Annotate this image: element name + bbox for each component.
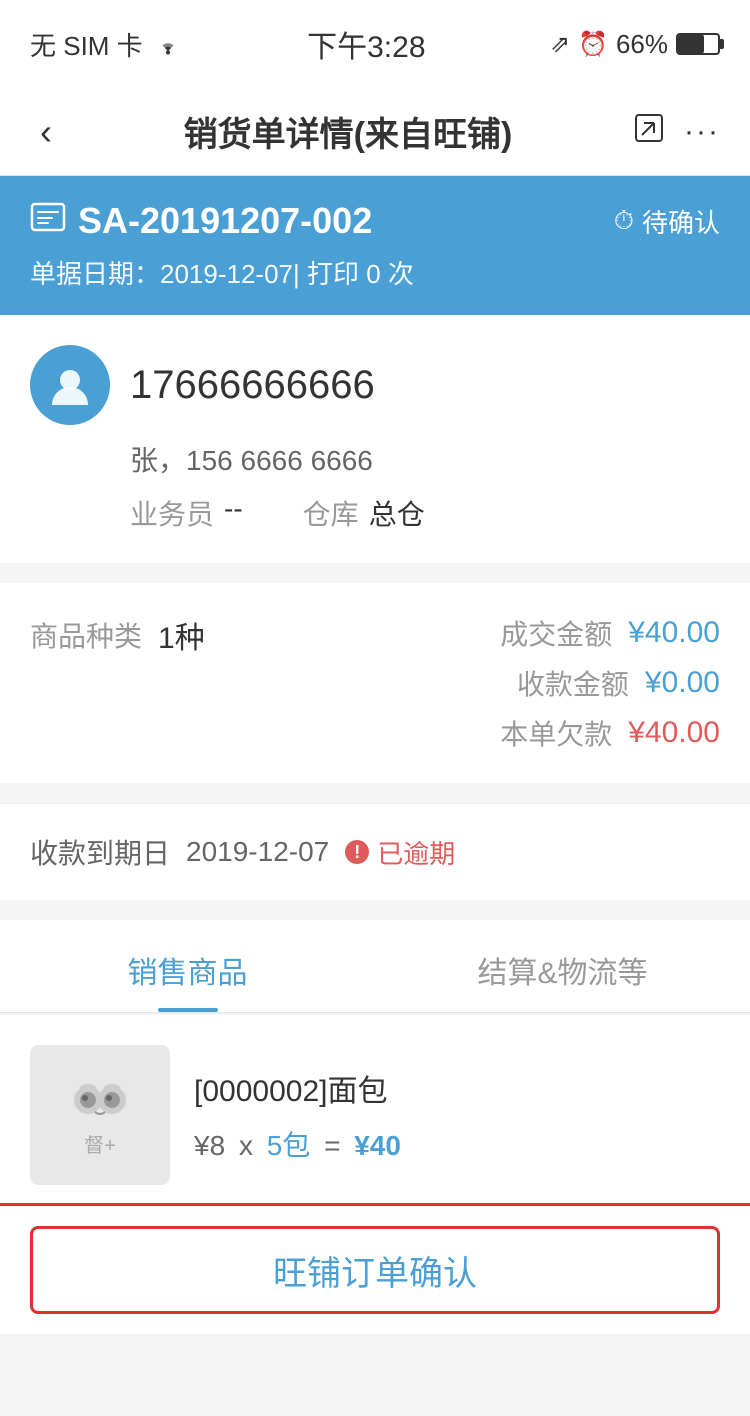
overdue-badge: ! 已逾期 xyxy=(345,834,455,871)
back-button[interactable]: ‹ xyxy=(30,101,62,163)
summary-section: 商品种类 1种 成交金额 ¥40.00 收款金额 ¥0.00 本单欠款 ¥40.… xyxy=(0,583,750,783)
order-date: 单据日期：2019-12-07| 打印 0 次 xyxy=(30,254,720,291)
amount-value: ¥40.00 xyxy=(628,616,720,650)
order-status: ⏱ 待确认 xyxy=(614,203,720,240)
order-icon xyxy=(30,202,66,240)
owed-value: ¥40.00 xyxy=(628,716,720,750)
customer-name-phone: 张，156 6666 6666 xyxy=(30,439,720,479)
multiply-sign: x xyxy=(239,1130,253,1161)
tabs-bar: 销售商品 结算&物流等 xyxy=(0,920,750,1013)
due-section: 收款到期日 2019-12-07 ! 已逾期 xyxy=(0,803,750,900)
received-value: ¥0.00 xyxy=(645,666,720,700)
avatar xyxy=(30,345,110,425)
print-info: | 打印 0 次 xyxy=(293,259,414,289)
owed-label: 本单欠款 xyxy=(500,713,612,753)
owed-row: 本单欠款 ¥40.00 xyxy=(500,713,720,753)
product-thumbnail: 督+ xyxy=(30,1045,170,1185)
summary-left: 商品种类 1种 xyxy=(30,613,205,657)
bottom-bar: 旺铺订单确认 xyxy=(0,1203,750,1334)
product-type-label: 商品种类 xyxy=(30,615,142,655)
battery-icon xyxy=(676,33,720,55)
tab-settlement-logistics[interactable]: 结算&物流等 xyxy=(375,920,750,1012)
product-type-value: 1种 xyxy=(158,613,205,657)
customer-section: 17666666666 张，156 6666 6666 业务员 -- 仓库 总仓 xyxy=(0,315,750,563)
more-button[interactable]: ··· xyxy=(684,115,720,149)
logo-text: 督+ xyxy=(84,1129,116,1158)
order-number: SA-20191207-002 xyxy=(78,200,372,242)
amount-row: 成交金额 ¥40.00 xyxy=(500,613,720,653)
status-text: 待确认 xyxy=(642,203,720,240)
product-info: [0000002]面包 ¥8 x 5包 = ¥40 xyxy=(194,1066,720,1164)
warehouse-value: 总仓 xyxy=(369,493,425,533)
order-header: SA-20191207-002 ⏱ 待确认 单据日期：2019-12-07| 打… xyxy=(0,176,750,315)
salesperson-label: 业务员 xyxy=(130,493,214,533)
customer-meta: 业务员 -- 仓库 总仓 xyxy=(30,493,720,533)
status-bar: 无 SIM 卡 下午3:28 ⇗ ⏰ 66% xyxy=(0,0,750,88)
nav-actions: ··· xyxy=(634,113,720,150)
status-time: 下午3:28 xyxy=(307,22,425,66)
date-value: 2019-12-07 xyxy=(160,259,293,289)
amount-label: 成交金额 xyxy=(500,613,612,653)
overdue-icon: ! xyxy=(345,840,369,864)
price-value: ¥8 xyxy=(194,1130,225,1161)
battery-percent: 66% xyxy=(616,29,668,60)
equals-sign: = xyxy=(324,1130,340,1161)
location-icon: ⇗ xyxy=(550,30,570,59)
overdue-text: 已逾期 xyxy=(377,834,455,871)
received-row: 收款金额 ¥0.00 xyxy=(517,663,720,703)
warehouse-label: 仓库 xyxy=(303,493,359,533)
page-title: 销货单详情(来自旺铺) xyxy=(62,107,634,156)
wifi-icon xyxy=(153,33,183,55)
carrier-text: 无 SIM 卡 xyxy=(30,26,143,63)
tab-sales-products[interactable]: 销售商品 xyxy=(0,920,375,1012)
salesperson-value: -- xyxy=(224,493,243,533)
status-left: 无 SIM 卡 xyxy=(30,26,183,63)
due-date: 2019-12-07 xyxy=(186,836,329,868)
share-button[interactable] xyxy=(634,113,664,150)
order-id: SA-20191207-002 xyxy=(30,200,372,242)
customer-top: 17666666666 xyxy=(30,345,720,425)
product-logo: 督+ xyxy=(60,1072,140,1158)
status-clock-icon: ⏱ xyxy=(614,205,634,237)
due-label: 收款到期日 xyxy=(30,832,170,872)
warehouse-item: 仓库 总仓 xyxy=(303,493,425,533)
product-qty: 5包 xyxy=(267,1130,311,1161)
nav-bar: ‹ 销货单详情(来自旺铺) ··· xyxy=(0,88,750,176)
customer-phone: 17666666666 xyxy=(130,363,375,408)
order-header-top: SA-20191207-002 ⏱ 待确认 xyxy=(30,200,720,242)
product-total: ¥40 xyxy=(354,1130,401,1161)
product-name: [0000002]面包 xyxy=(194,1066,720,1110)
date-label: 单据日期： xyxy=(30,259,160,289)
received-label: 收款金额 xyxy=(517,663,629,703)
salesperson-item: 业务员 -- xyxy=(130,493,243,533)
table-row: 督+ [0000002]面包 ¥8 x 5包 = ¥40 xyxy=(0,1015,750,1216)
alarm-icon: ⏰ xyxy=(578,30,608,59)
summary-right: 成交金额 ¥40.00 收款金额 ¥0.00 本单欠款 ¥40.00 xyxy=(500,613,720,753)
product-list: 督+ [0000002]面包 ¥8 x 5包 = ¥40 xyxy=(0,1015,750,1216)
confirm-button[interactable]: 旺铺订单确认 xyxy=(30,1226,720,1314)
product-price: ¥8 x 5包 = ¥40 xyxy=(194,1124,720,1164)
status-right: ⇗ ⏰ 66% xyxy=(550,29,720,60)
